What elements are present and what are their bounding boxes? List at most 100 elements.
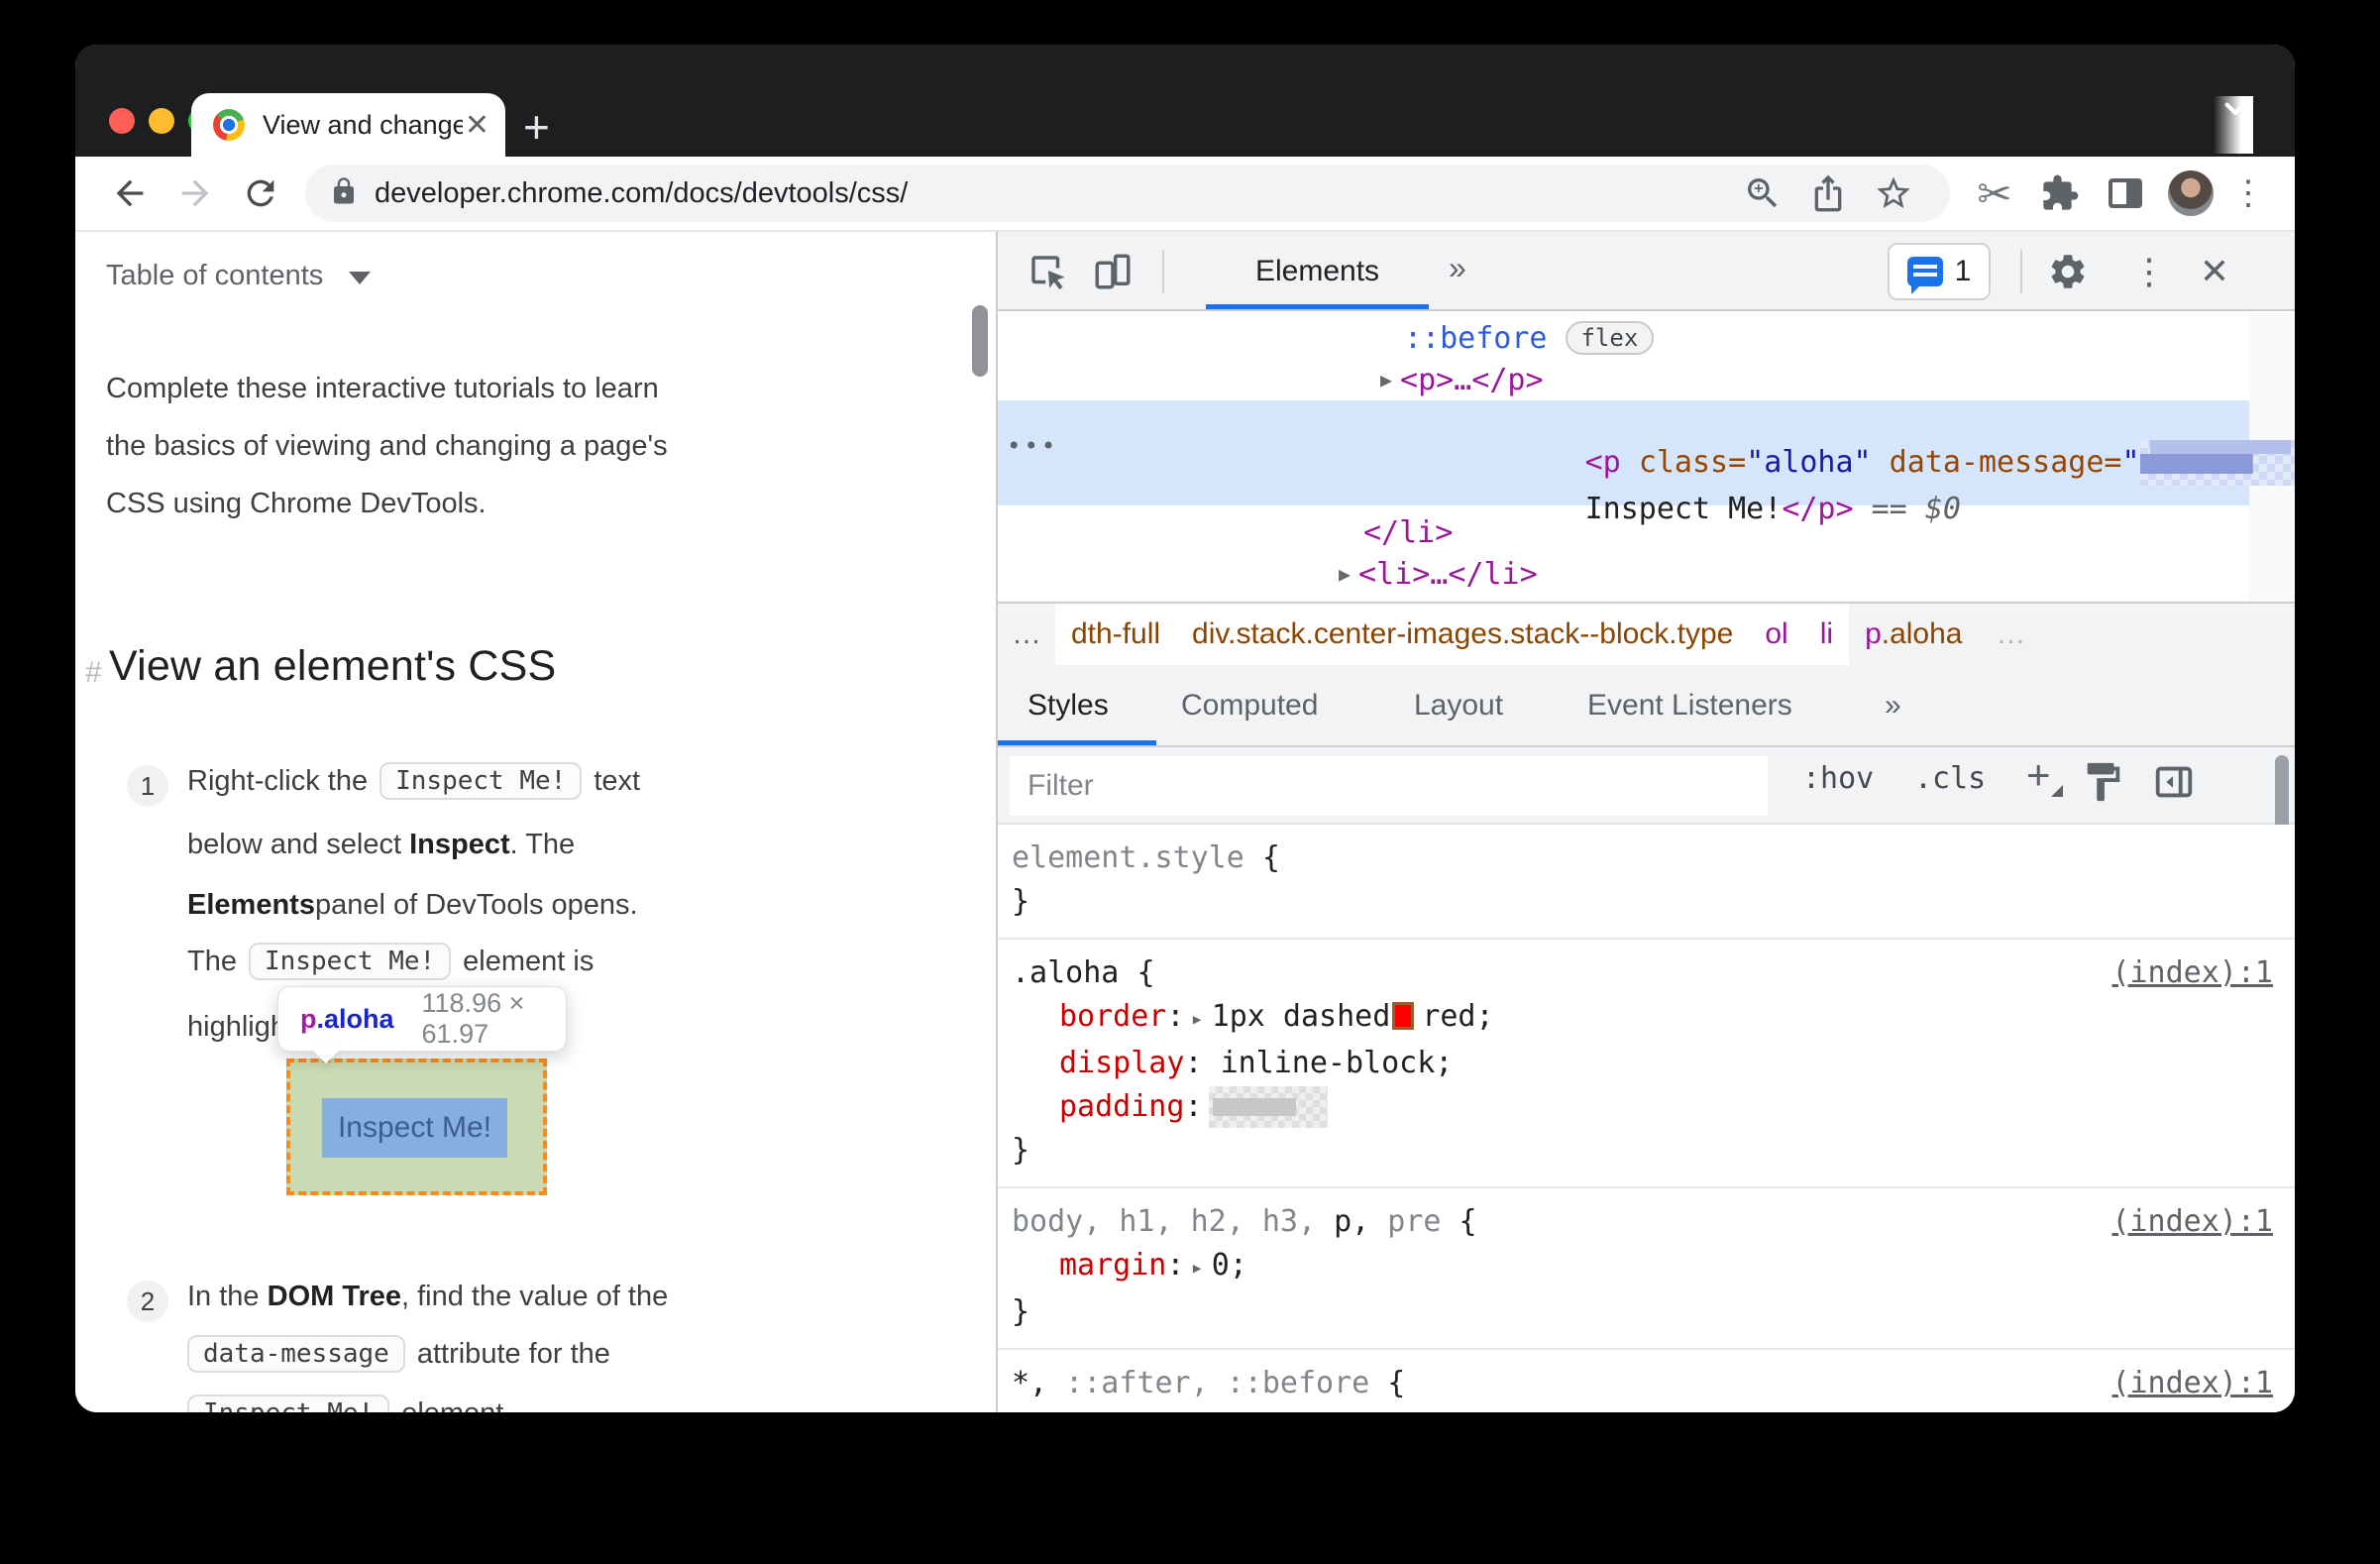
li-close-token[interactable]: </li>	[998, 515, 1453, 550]
devtools-menu-icon[interactable]: ⋮	[2125, 248, 2173, 295]
dom-breadcrumbs: … dth-full div.stack.center-images.stack…	[998, 602, 2295, 665]
minimize-window-button[interactable]	[149, 108, 174, 134]
device-toolbar-icon[interactable]	[1089, 248, 1136, 295]
node-options-dots[interactable]: •••	[1007, 432, 1058, 460]
breadcrumb-item-selected[interactable]: p .aloha	[1849, 604, 1979, 665]
tab-computed[interactable]: Computed	[1181, 665, 1318, 745]
browser-window: View and change CSS - Chrome ✕ + develop…	[75, 45, 2295, 1412]
issues-message-icon	[1906, 257, 1943, 294]
breadcrumb-item[interactable]: div.stack.center-images.stack--block.typ…	[1176, 604, 1749, 665]
tab-elements[interactable]: Elements	[1206, 232, 1429, 311]
p-collapsed-token[interactable]: <p>…</p>	[1392, 363, 1544, 397]
breadcrumb-overflow-left[interactable]: …	[998, 604, 1055, 665]
sidebar-toggle-icon[interactable]	[2151, 759, 2199, 807]
new-tab-button[interactable]: +	[523, 100, 550, 154]
rule-body-headings[interactable]: (index):1 body, h1, h2, h3, p, pre { mar…	[998, 1188, 2295, 1350]
tab-event-listeners[interactable]: Event Listeners	[1587, 665, 1792, 745]
tab-layout[interactable]: Layout	[1414, 665, 1503, 745]
dom-row-pseudo-before[interactable]: ::before flex	[998, 317, 2249, 359]
breadcrumb-overflow-right[interactable]: …	[1978, 604, 2295, 665]
declaration-display[interactable]: display: inline-block;	[1012, 1042, 2271, 1085]
tab-search-chevron-icon[interactable]	[2216, 88, 2255, 133]
expand-triangle-icon[interactable]: ▸	[1184, 1256, 1211, 1281]
step1-line2: below and select Inspect. The	[187, 828, 576, 860]
inline-code-chip: Inspect Me!	[379, 762, 583, 800]
doc-scrollbar-track[interactable]	[966, 232, 996, 1412]
dom-row-li-collapsed[interactable]: ▶ <li>…</li>	[998, 553, 2249, 595]
element-classes-button[interactable]: .cls	[1914, 761, 1986, 796]
chrome-menu-icon[interactable]: ⋮	[2231, 173, 2265, 213]
step1-line1: Right-click the Inspect Me! text	[187, 757, 640, 805]
rule-aloha[interactable]: (index):1 .aloha { border: ▸ 1px dashed red…	[998, 940, 2295, 1188]
doc-content-panel: Table of contents Complete these interac…	[75, 232, 966, 1412]
back-icon[interactable]	[107, 170, 153, 216]
rule-universal[interactable]: (index):1 *, ::after, ::before { box-siz…	[998, 1350, 2295, 1412]
extensions-puzzle-icon[interactable]	[2037, 170, 2083, 216]
table-of-contents-dropdown[interactable]: Table of contents	[106, 260, 372, 292]
issues-button[interactable]: 1	[1888, 243, 1991, 300]
forward-icon[interactable]	[172, 170, 218, 216]
browser-tab[interactable]: View and change CSS - Chrome ✕	[191, 93, 505, 157]
chevron-down-icon	[349, 272, 372, 284]
disclosure-triangle-icon[interactable]: ▶	[998, 368, 1392, 391]
dom-row-li-close[interactable]: </li>	[998, 511, 2249, 553]
step1-line4: The Inspect Me! element is	[187, 938, 594, 985]
url-bar[interactable]: developer.chrome.com/docs/devtools/css/	[305, 165, 1950, 222]
scissors-extension-icon[interactable]: ✂	[1972, 170, 2017, 217]
tab-styles[interactable]: Styles	[1028, 665, 1109, 745]
filter-input[interactable]	[1010, 756, 1768, 816]
step2-line1: In the DOM Tree, find the value of the	[187, 1280, 669, 1312]
new-style-rule-button[interactable]: +	[2026, 751, 2062, 799]
li-collapsed-token[interactable]: <li>…</li>	[1351, 557, 1538, 592]
format-paint-icon[interactable]	[2080, 759, 2127, 807]
url-text[interactable]: developer.chrome.com/docs/devtools/css/	[375, 177, 1730, 210]
lock-icon	[329, 176, 359, 211]
inspect-me-highlighted-element[interactable]: Inspect Me!	[286, 1059, 547, 1195]
breadcrumb-item[interactable]: dth-full	[1055, 604, 1176, 665]
devtools-toolbar: Elements » 1 ⋮ ✕	[998, 232, 2295, 311]
step1-line3: Elements panel of DevTools opens.	[187, 888, 638, 921]
bookmark-star-icon[interactable]	[1871, 170, 1916, 216]
pseudo-state-button[interactable]: :hov	[1802, 761, 1874, 796]
disclosure-triangle-icon[interactable]: ▶	[998, 562, 1351, 586]
heading-anchor-hash[interactable]: #	[85, 656, 102, 690]
stylesheet-link[interactable]: (index):1	[2111, 1200, 2273, 1244]
expand-triangle-icon[interactable]: ▸	[1184, 1007, 1211, 1032]
stylesheet-link[interactable]: (index):1	[2111, 1362, 2273, 1405]
stylesheet-link[interactable]: (index):1	[2111, 951, 2273, 995]
doc-scrollbar-thumb[interactable]	[972, 305, 988, 377]
toolbar-divider	[1162, 250, 1164, 293]
devtools-close-icon[interactable]: ✕	[2191, 248, 2238, 295]
step-2-badge: 2	[127, 1281, 168, 1322]
flex-badge[interactable]: flex	[1565, 321, 1655, 355]
share-icon[interactable]	[1805, 170, 1851, 216]
inspect-me-label[interactable]: Inspect Me!	[322, 1098, 507, 1158]
close-window-button[interactable]	[109, 108, 135, 134]
declaration-padding[interactable]: padding:	[1012, 1085, 2271, 1129]
dom-row-selected[interactable]: ••• <p class="aloha" data-message=""> In…	[998, 400, 2295, 526]
intro-line-2: the basics of viewing and changing a pag…	[106, 430, 668, 462]
more-tabs-icon[interactable]: »	[1885, 665, 1901, 745]
settings-gear-icon[interactable]	[2044, 248, 2092, 295]
elements-tab-underline	[1206, 304, 1429, 309]
rule-element-style[interactable]: element.style { }	[998, 825, 2295, 940]
step-1-badge: 1	[127, 765, 168, 807]
declaration-border[interactable]: border: ▸ 1px dashed red;	[1012, 995, 2271, 1042]
side-panel-icon[interactable]	[2103, 170, 2148, 216]
dom-row-p-collapsed[interactable]: ▶ <p>…</p>	[998, 359, 2249, 400]
censored-attribute-value	[2139, 440, 2295, 486]
zoom-icon[interactable]	[1740, 170, 1785, 216]
breadcrumb-item[interactable]: li	[1804, 604, 1849, 665]
inspect-element-icon[interactable]	[1024, 248, 1071, 295]
tab-close-icon[interactable]: ✕	[465, 108, 489, 143]
more-panels-icon[interactable]: »	[1449, 250, 1466, 286]
breadcrumb-item[interactable]: ol	[1749, 604, 1803, 665]
inline-code-chip: Inspect Me!	[187, 1395, 390, 1412]
chrome-favicon-icon	[213, 109, 245, 141]
reload-icon[interactable]	[238, 170, 283, 216]
declaration-margin[interactable]: margin: ▸ 0;	[1012, 1244, 2271, 1290]
profile-avatar[interactable]	[2168, 170, 2214, 216]
color-swatch-red[interactable]	[1392, 1002, 1415, 1030]
pseudo-before-token[interactable]: ::before	[998, 321, 1548, 356]
declaration-box-sizing[interactable]: box-sizing: border-box;	[1012, 1405, 2271, 1412]
